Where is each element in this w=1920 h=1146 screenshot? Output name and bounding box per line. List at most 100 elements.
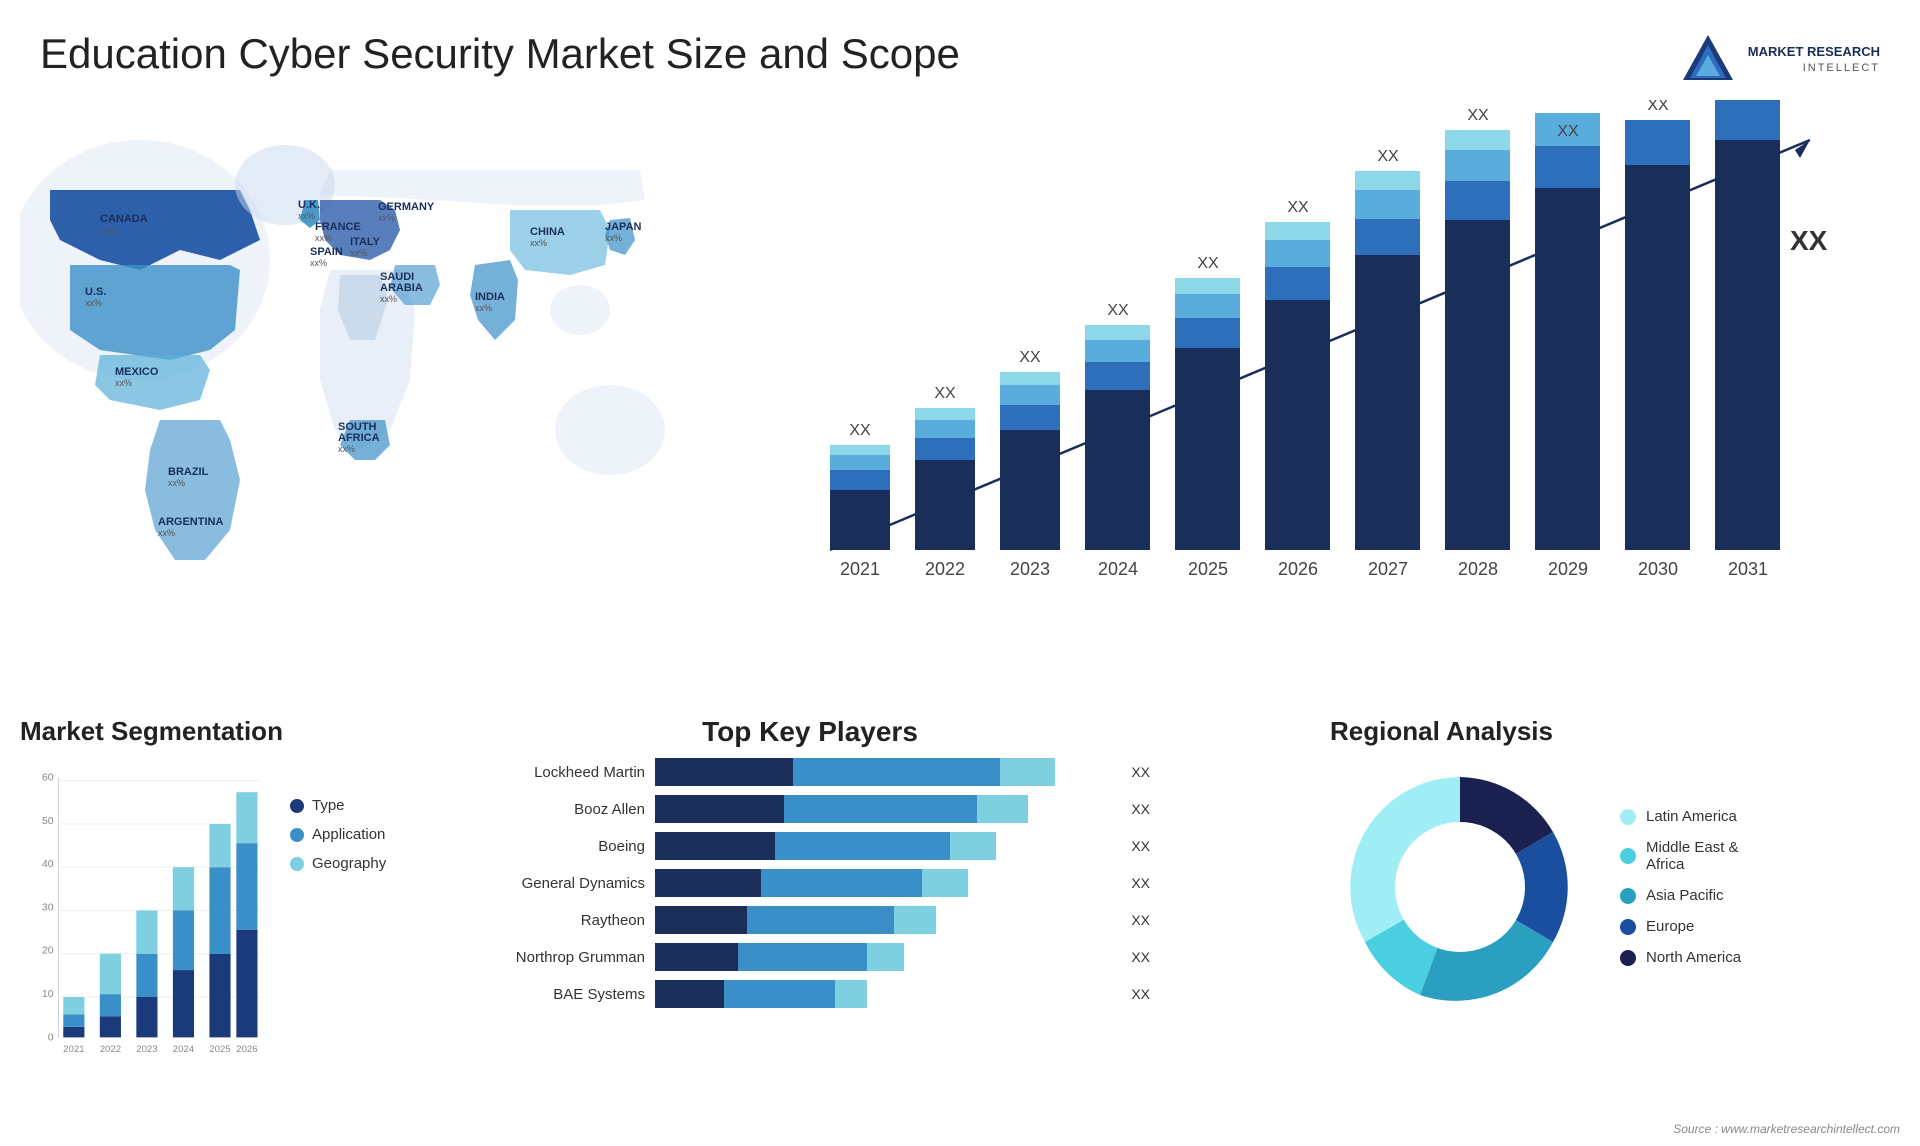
regional-content: Latin America Middle East &Africa Asia P… xyxy=(1330,757,1900,1017)
player-row-lockheed: Lockheed Martin XX xyxy=(470,758,1150,786)
bar-chart-section: 2021 XX 2022 XX 2023 XX 2024 XX 2025 XX xyxy=(720,100,1890,610)
svg-text:xx%: xx% xyxy=(85,298,102,308)
label-latin-america: Latin America xyxy=(1646,808,1737,825)
svg-text:ARABIA: ARABIA xyxy=(380,282,423,294)
svg-text:2021: 2021 xyxy=(840,559,880,579)
svg-text:CHINA: CHINA xyxy=(530,226,565,238)
legend-europe: Europe xyxy=(1620,918,1741,935)
svg-text:XX: XX xyxy=(1287,199,1309,216)
svg-text:2024: 2024 xyxy=(1098,559,1138,579)
svg-text:xx%: xx% xyxy=(338,444,355,454)
legend-label-application: Application xyxy=(312,826,385,843)
svg-text:2029: 2029 xyxy=(1548,559,1588,579)
svg-text:xx%: xx% xyxy=(298,211,315,221)
segmentation-bar-chart: 0 10 20 30 40 50 60 2021 2022 xyxy=(20,757,270,1087)
svg-text:2024: 2024 xyxy=(173,1044,195,1055)
legend-middle-east: Middle East &Africa xyxy=(1620,839,1741,873)
svg-text:20: 20 xyxy=(42,945,54,957)
player-bars: Lockheed Martin XX Booz Allen XX Boeing xyxy=(470,758,1150,1008)
player-bar-lockheed xyxy=(655,758,1115,786)
svg-text:2030: 2030 xyxy=(1638,559,1678,579)
svg-text:AFRICA: AFRICA xyxy=(338,432,380,444)
svg-text:2027: 2027 xyxy=(1368,559,1408,579)
svg-text:2025: 2025 xyxy=(1188,559,1228,579)
legend-dot-type xyxy=(290,799,304,813)
svg-text:2026: 2026 xyxy=(1278,559,1318,579)
svg-text:2023: 2023 xyxy=(1010,559,1050,579)
svg-text:XX: XX xyxy=(1647,100,1669,114)
growth-bar-chart: 2021 XX 2022 XX 2023 XX 2024 XX 2025 XX xyxy=(720,100,1890,610)
key-players-section: Top Key Players Lockheed Martin XX Booz … xyxy=(470,716,1150,1116)
label-middle-east: Middle East &Africa xyxy=(1646,839,1739,873)
player-row-raytheon: Raytheon XX xyxy=(470,906,1150,934)
legend-type: Type xyxy=(290,797,386,814)
key-players-title: Top Key Players xyxy=(470,716,1150,748)
page-title: Education Cyber Security Market Size and… xyxy=(40,30,960,78)
player-bar-northrop xyxy=(655,943,1115,971)
svg-text:2021: 2021 xyxy=(63,1044,84,1055)
world-map: CANADA xx% U.S. xx% MEXICO xx% BRAZIL xx… xyxy=(20,110,700,590)
player-name-raytheon: Raytheon xyxy=(470,912,645,929)
player-name-lockheed: Lockheed Martin xyxy=(470,764,645,781)
svg-text:FRANCE: FRANCE xyxy=(315,221,361,233)
svg-text:XX: XX xyxy=(1107,302,1129,319)
player-row-boeing: Boeing XX xyxy=(470,832,1150,860)
legend-latin-america: Latin America xyxy=(1620,808,1741,825)
svg-text:xx%: xx% xyxy=(378,213,395,223)
svg-text:ITALY: ITALY xyxy=(350,236,381,248)
svg-text:U.K.: U.K. xyxy=(298,199,320,211)
svg-text:2022: 2022 xyxy=(925,559,965,579)
player-bar-bae xyxy=(655,980,1115,1008)
label-asia-pacific: Asia Pacific xyxy=(1646,887,1724,904)
dot-latin-america xyxy=(1620,809,1636,825)
svg-text:XX: XX xyxy=(1467,107,1489,124)
player-row-northrop: Northrop Grumman XX xyxy=(470,943,1150,971)
svg-text:xx%: xx% xyxy=(158,528,175,538)
dot-europe xyxy=(1620,919,1636,935)
svg-text:40: 40 xyxy=(42,858,54,870)
svg-text:BRAZIL: BRAZIL xyxy=(168,466,209,478)
svg-text:XX: XX xyxy=(849,422,871,439)
label-north-america: North America xyxy=(1646,949,1741,966)
svg-text:GERMANY: GERMANY xyxy=(378,201,435,213)
header: Education Cyber Security Market Size and… xyxy=(40,30,1880,90)
regional-analysis-section: Regional Analysis Latin America Midd xyxy=(1330,716,1900,1116)
market-segmentation-section: Market Segmentation 0 10 20 30 40 50 60 … xyxy=(20,716,450,1116)
donut-chart xyxy=(1330,757,1590,1017)
svg-text:60: 60 xyxy=(42,772,54,784)
svg-text:2025: 2025 xyxy=(209,1044,230,1055)
svg-text:INDIA: INDIA xyxy=(475,291,505,303)
svg-text:2031: 2031 xyxy=(1728,559,1768,579)
svg-text:xx%: xx% xyxy=(100,226,117,236)
svg-text:XX: XX xyxy=(934,385,956,402)
svg-text:xx%: xx% xyxy=(380,294,397,304)
source-text: Source : www.marketresearchintellect.com xyxy=(1673,1122,1900,1136)
svg-text:SPAIN: SPAIN xyxy=(310,246,343,258)
legend-label-geography: Geography xyxy=(312,855,386,872)
dot-asia-pacific xyxy=(1620,888,1636,904)
svg-text:50: 50 xyxy=(42,815,54,827)
segmentation-legend: Type Application Geography xyxy=(290,757,386,872)
player-row-booz: Booz Allen XX xyxy=(470,795,1150,823)
legend-asia-pacific: Asia Pacific xyxy=(1620,887,1741,904)
svg-text:XX: XX xyxy=(1377,148,1399,165)
svg-text:10: 10 xyxy=(42,988,54,1000)
svg-text:xx%: xx% xyxy=(605,233,622,243)
player-bar-dynamics xyxy=(655,869,1115,897)
label-europe: Europe xyxy=(1646,918,1694,935)
dot-north-america xyxy=(1620,950,1636,966)
regional-title: Regional Analysis xyxy=(1330,716,1900,747)
map-section: CANADA xx% U.S. xx% MEXICO xx% BRAZIL xx… xyxy=(20,110,700,590)
svg-text:XX: XX xyxy=(1790,225,1828,256)
legend-application: Application xyxy=(290,826,386,843)
svg-text:CANADA: CANADA xyxy=(100,213,148,225)
player-name-northrop: Northrop Grumman xyxy=(470,949,645,966)
svg-text:xx%: xx% xyxy=(315,233,332,243)
player-name-booz: Booz Allen xyxy=(470,801,645,818)
svg-text:JAPAN: JAPAN xyxy=(605,221,642,233)
segmentation-title: Market Segmentation xyxy=(20,716,450,747)
legend-dot-application xyxy=(290,828,304,842)
svg-text:xx%: xx% xyxy=(310,258,327,268)
svg-text:XX: XX xyxy=(1557,123,1579,140)
regional-legend: Latin America Middle East &Africa Asia P… xyxy=(1620,808,1741,966)
